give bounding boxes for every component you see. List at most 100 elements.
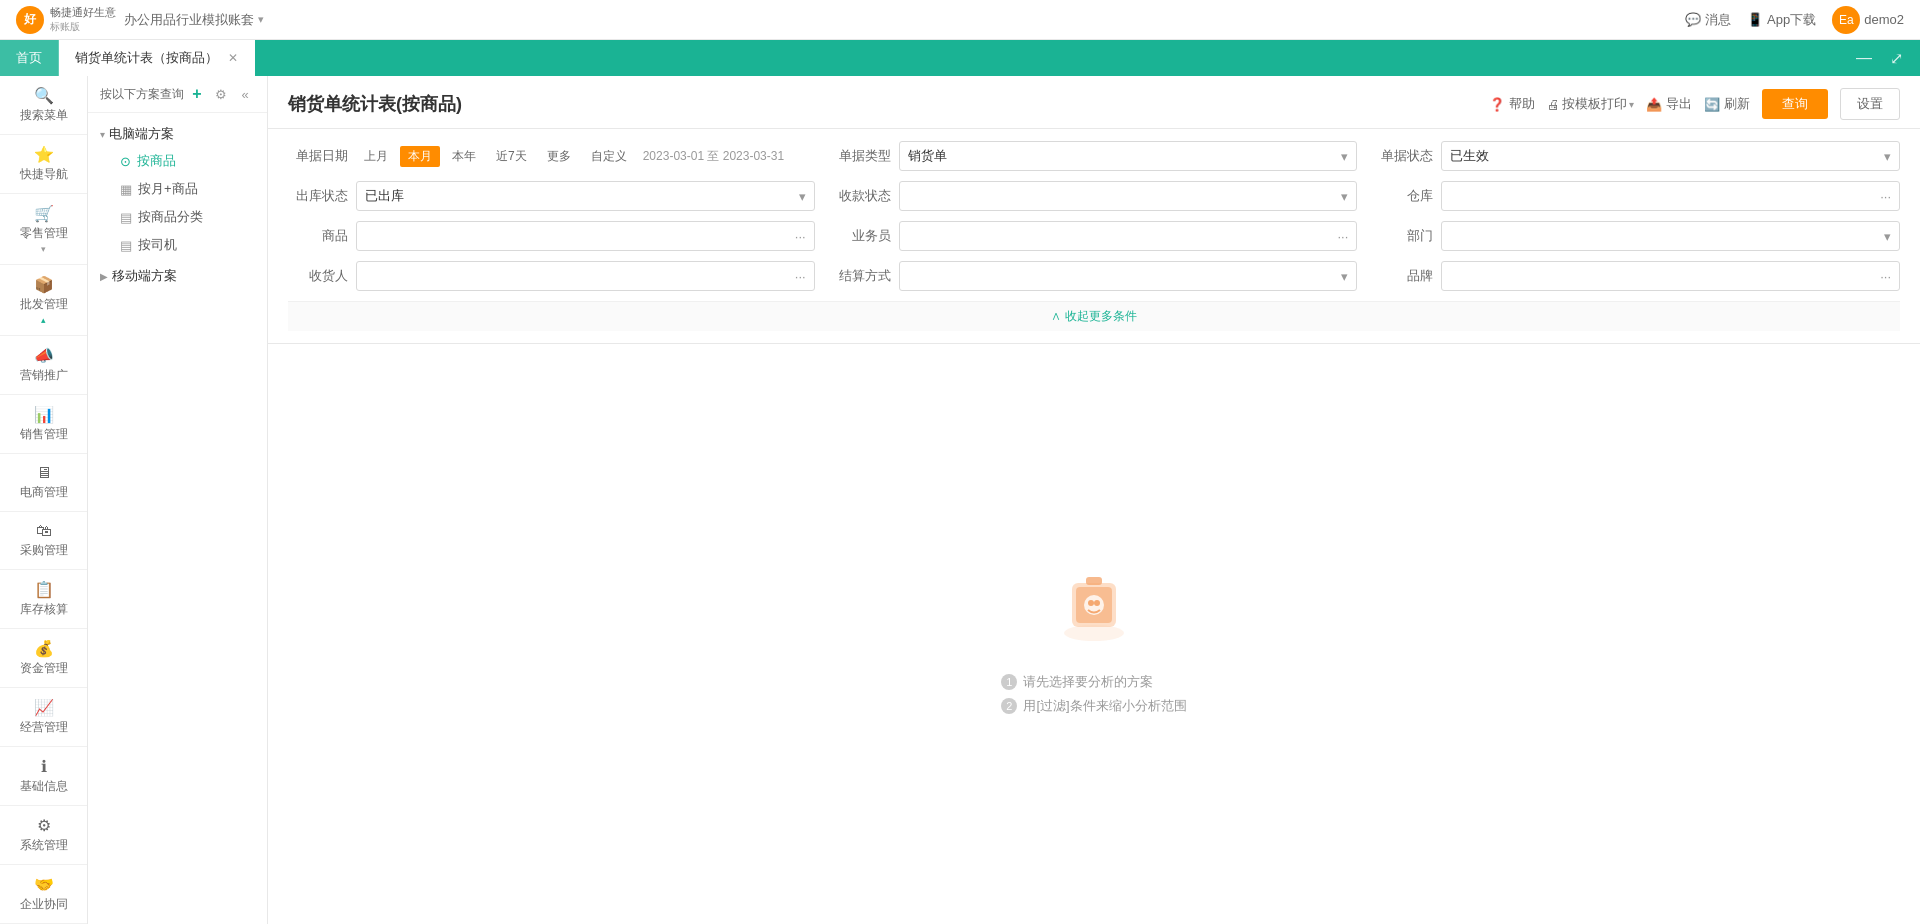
retail-icon: 🛒 [34, 204, 54, 223]
salesperson-dots[interactable]: ··· [1338, 229, 1349, 244]
tab-bar-actions: — ⤢ [1852, 46, 1920, 70]
tree-group-mobile-header[interactable]: ▶ 移动端方案 [88, 263, 267, 289]
doc-type-value: 销货单 [908, 147, 947, 165]
tree-item-by-month-product[interactable]: ▦ 按月+商品 [88, 175, 267, 203]
scheme-collapse-button[interactable]: « [235, 84, 255, 104]
product-dots[interactable]: ··· [795, 229, 806, 244]
payment-label: 结算方式 [831, 267, 891, 285]
settings-button[interactable]: 设置 [1840, 88, 1900, 120]
sidebar-item-wholesale-label: 批发管理 [20, 296, 68, 313]
product-select[interactable]: ··· [356, 221, 815, 251]
tab-sales-stat[interactable]: 销货单统计表（按商品） ✕ [59, 40, 255, 76]
sidebar-item-retail-label: 零售管理 [20, 225, 68, 242]
sidebar-item-sales-mgmt-label: 销售管理 [20, 426, 68, 443]
query-button[interactable]: 查询 [1762, 89, 1828, 119]
tab-bar: 首页 销货单统计表（按商品） ✕ — ⤢ [0, 40, 1920, 76]
tree-item-by-product-label: 按商品 [137, 152, 176, 170]
tree-group-mobile: ▶ 移动端方案 [88, 263, 267, 289]
sidebar-item-ecommerce[interactable]: 🖥 电商管理 [0, 454, 87, 512]
inventory-icon: 📋 [34, 580, 54, 599]
scheme-add-button[interactable]: + [187, 84, 207, 104]
message-button[interactable]: 💬 消息 [1685, 11, 1731, 29]
brand-label: 品牌 [1373, 267, 1433, 285]
brand-select[interactable]: ··· [1441, 261, 1900, 291]
tab-home-label: 首页 [16, 49, 42, 67]
sidebar-item-retail[interactable]: 🛒 零售管理 ▾ [0, 194, 87, 265]
dept-label: 部门 [1373, 227, 1433, 245]
date-tab-last-7[interactable]: 近7天 [488, 146, 535, 167]
template-print-button[interactable]: 🖨 按模板打印 ▾ [1547, 95, 1634, 113]
tab-close-icon[interactable]: ✕ [228, 51, 238, 65]
marketing-icon: 📣 [34, 346, 54, 365]
doc-status-select[interactable]: 已生效 ▾ [1441, 141, 1900, 171]
empty-tip-1: 1 请先选择要分析的方案 [1001, 673, 1186, 691]
tree-group-desktop-label: 电脑端方案 [109, 125, 174, 143]
receiver-dots[interactable]: ··· [795, 269, 806, 284]
sidebar-item-wholesale[interactable]: 📦 批发管理 ▴ [0, 265, 87, 336]
tree-desktop-toggle: ▾ [100, 129, 105, 140]
sidebar-item-search[interactable]: 🔍 搜索菜单 [0, 76, 87, 135]
wholesale-expand-icon: ▴ [41, 315, 46, 325]
scheme-settings-button[interactable]: ⚙ [211, 84, 231, 104]
scheme-panel-header: 按以下方案查询 + ⚙ « [88, 76, 267, 113]
tree-item-by-category[interactable]: ▤ 按商品分类 [88, 203, 267, 231]
sidebar-item-quick-nav[interactable]: ⭐ 快捷导航 [0, 135, 87, 194]
sidebar-item-sales-mgmt[interactable]: 📊 销售管理 [0, 395, 87, 454]
dept-select[interactable]: ▾ [1441, 221, 1900, 251]
doc-type-select[interactable]: 销货单 ▾ [899, 141, 1358, 171]
wholesale-icon: 📦 [34, 275, 54, 294]
help-button[interactable]: ❓ 帮助 [1489, 95, 1535, 113]
collapse-button[interactable]: ∧ 收起更多条件 [288, 301, 1900, 331]
sidebar-item-operation[interactable]: 📈 经营管理 [0, 688, 87, 747]
date-tab-more[interactable]: 更多 [539, 146, 579, 167]
filter-product: 商品 ··· [288, 221, 815, 251]
tip1-text: 请先选择要分析的方案 [1023, 673, 1153, 691]
date-tab-this-year[interactable]: 本年 [444, 146, 484, 167]
svg-point-5 [1094, 600, 1100, 606]
tab-home[interactable]: 首页 [0, 40, 59, 76]
collapse-text: ∧ 收起更多条件 [1051, 309, 1136, 323]
payment-select[interactable]: ▾ [899, 261, 1358, 291]
tab-expand-button[interactable]: ⤢ [1884, 46, 1908, 70]
system-icon: ⚙ [37, 816, 51, 835]
payment-chevron: ▾ [1341, 269, 1348, 284]
refresh-button[interactable]: 🔄 刷新 [1704, 95, 1750, 113]
date-tab-last-month[interactable]: 上月 [356, 146, 396, 167]
workspace-chevron: ▾ [258, 13, 264, 26]
sidebar-item-system[interactable]: ⚙ 系统管理 [0, 806, 87, 865]
export-button[interactable]: 📤 导出 [1646, 95, 1692, 113]
tree-item-by-cashier[interactable]: ▤ 按司机 [88, 231, 267, 259]
tree-item-by-product[interactable]: ⊙ 按商品 [88, 147, 267, 175]
dept-chevron: ▾ [1884, 229, 1891, 244]
date-tab-custom[interactable]: 自定义 [583, 146, 635, 167]
tab-minimize-button[interactable]: — [1852, 46, 1876, 70]
salesperson-select[interactable]: ··· [899, 221, 1358, 251]
brand-dots[interactable]: ··· [1880, 269, 1891, 284]
help-label: 帮助 [1509, 95, 1535, 113]
page-title: 销货单统计表(按商品) [288, 92, 462, 116]
receipt-status-select[interactable]: ▾ [899, 181, 1358, 211]
workspace-name: 办公用品行业模拟账套 [124, 11, 254, 29]
sidebar-item-purchase[interactable]: 🛍 采购管理 [0, 512, 87, 570]
empty-icon [1044, 553, 1144, 653]
warehouse-dots[interactable]: ··· [1880, 189, 1891, 204]
app-download-button[interactable]: 📱 App下载 [1747, 11, 1816, 29]
out-status-select[interactable]: 已出库 ▾ [356, 181, 815, 211]
sidebar-item-search-label: 搜索菜单 [20, 107, 68, 124]
sidebar-item-basic[interactable]: ℹ 基础信息 [0, 747, 87, 806]
receiver-select[interactable]: ··· [356, 261, 815, 291]
export-label: 导出 [1666, 95, 1692, 113]
app-download-label: App下载 [1767, 11, 1816, 29]
sidebar-item-finance[interactable]: 💰 资金管理 [0, 629, 87, 688]
filter-warehouse: 仓库 ··· [1373, 181, 1900, 211]
user-menu[interactable]: Ea demo2 [1832, 6, 1904, 34]
sidebar-item-marketing[interactable]: 📣 营销推广 [0, 336, 87, 395]
warehouse-select[interactable]: ··· [1441, 181, 1900, 211]
sidebar-item-inventory[interactable]: 📋 库存核算 [0, 570, 87, 629]
workspace-selector[interactable]: 办公用品行业模拟账套 ▾ [124, 11, 264, 29]
tree-group-desktop-header[interactable]: ▾ 电脑端方案 [88, 121, 267, 147]
sidebar-item-enterprise[interactable]: 🤝 企业协同 [0, 865, 87, 924]
date-tab-this-month[interactable]: 本月 [400, 146, 440, 167]
sidebar-item-basic-label: 基础信息 [20, 778, 68, 795]
sidebar-item-system-label: 系统管理 [20, 837, 68, 854]
